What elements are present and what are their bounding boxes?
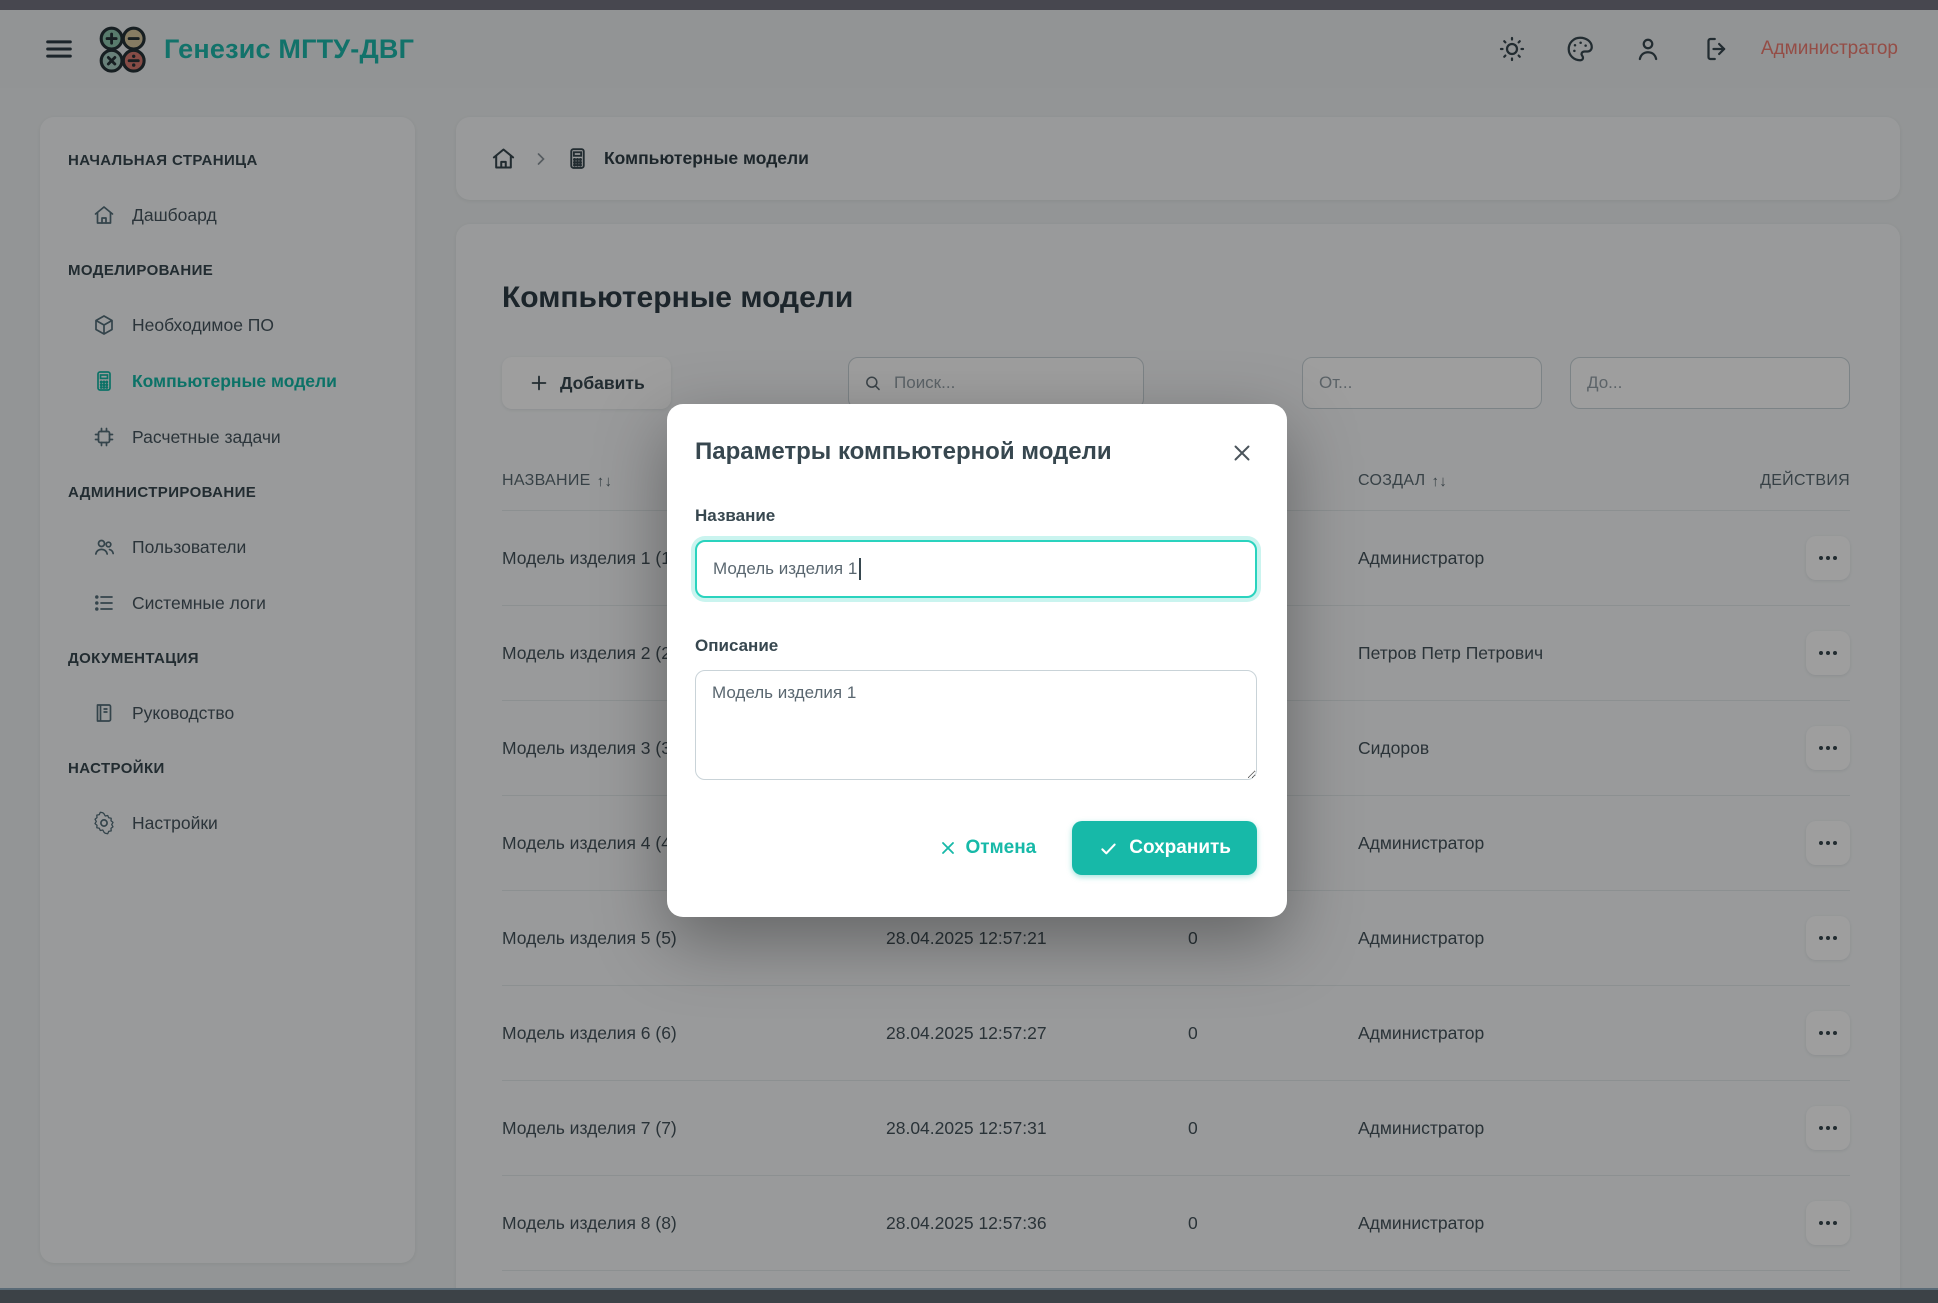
window-bottom-edge xyxy=(0,1288,1938,1303)
model-params-modal: Параметры компьютерной модели Название М… xyxy=(667,404,1287,917)
modal-title: Параметры компьютерной модели xyxy=(695,438,1112,465)
save-button[interactable]: Сохранить xyxy=(1072,821,1257,875)
text-caret xyxy=(859,558,861,580)
cancel-button[interactable]: Отмена xyxy=(938,837,1037,859)
model-name-value: Модель изделия 1 xyxy=(713,559,858,578)
check-icon xyxy=(1101,843,1116,854)
close-icon[interactable] xyxy=(1227,438,1257,468)
window-top-edge xyxy=(0,0,1938,10)
app-screen: Генезис МГТУ-ДВГ Администратор НАЧАЛЬНАЯ… xyxy=(0,0,1938,1303)
model-name-input[interactable]: Модель изделия 1 xyxy=(695,540,1257,598)
description-field-label: Описание xyxy=(695,636,779,655)
save-button-label: Сохранить xyxy=(1129,837,1231,858)
name-field-label: Название xyxy=(695,506,776,525)
model-description-input[interactable]: Модель изделия 1 xyxy=(695,670,1257,780)
cancel-button-label: Отмена xyxy=(965,837,1037,858)
x-icon xyxy=(941,842,954,854)
